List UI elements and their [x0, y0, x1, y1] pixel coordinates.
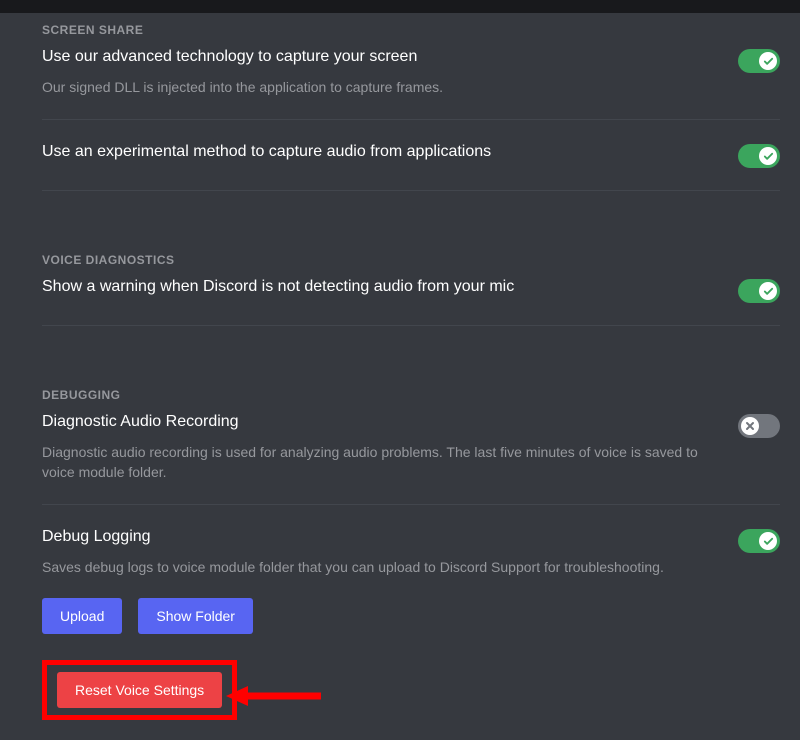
advanced-capture-desc: Our signed DLL is injected into the appl… — [42, 78, 443, 98]
highlight-annotation: Reset Voice Settings — [42, 660, 237, 720]
divider — [42, 190, 780, 191]
screen-share-header: SCREEN SHARE — [42, 23, 780, 37]
check-icon — [759, 282, 777, 300]
check-icon — [759, 52, 777, 70]
mic-warning-setting: Show a warning when Discord is not detec… — [42, 277, 780, 303]
divider — [42, 504, 780, 505]
diagnostic-recording-title: Diagnostic Audio Recording — [42, 412, 722, 433]
reset-voice-settings-button[interactable]: Reset Voice Settings — [57, 672, 222, 708]
voice-diagnostics-header: VOICE DIAGNOSTICS — [42, 253, 780, 267]
advanced-capture-title: Use our advanced technology to capture y… — [42, 47, 443, 68]
experimental-audio-setting: Use an experimental method to capture au… — [42, 142, 780, 168]
upload-button[interactable]: Upload — [42, 598, 122, 634]
advanced-capture-setting: Use our advanced technology to capture y… — [42, 47, 780, 97]
settings-content: SCREEN SHARE Use our advanced technology… — [0, 13, 800, 740]
diagnostic-recording-setting: Diagnostic Audio Recording Diagnostic au… — [42, 412, 780, 482]
x-icon — [741, 417, 759, 435]
debug-logging-desc: Saves debug logs to voice module folder … — [42, 558, 722, 578]
debug-buttons: Upload Show Folder — [42, 598, 780, 634]
experimental-audio-title: Use an experimental method to capture au… — [42, 142, 491, 163]
advanced-capture-toggle[interactable] — [738, 49, 780, 73]
mic-warning-toggle[interactable] — [738, 279, 780, 303]
window-topbar — [0, 0, 800, 13]
check-icon — [759, 147, 777, 165]
mic-warning-title: Show a warning when Discord is not detec… — [42, 277, 514, 298]
diagnostic-recording-toggle[interactable] — [738, 414, 780, 438]
debug-logging-title: Debug Logging — [42, 527, 722, 548]
divider — [42, 119, 780, 120]
diagnostic-recording-desc: Diagnostic audio recording is used for a… — [42, 443, 722, 482]
debug-logging-toggle[interactable] — [738, 529, 780, 553]
debug-logging-setting: Debug Logging Saves debug logs to voice … — [42, 527, 780, 577]
experimental-audio-toggle[interactable] — [738, 144, 780, 168]
check-icon — [759, 532, 777, 550]
debugging-header: DEBUGGING — [42, 388, 780, 402]
divider — [42, 325, 780, 326]
show-folder-button[interactable]: Show Folder — [138, 598, 253, 634]
